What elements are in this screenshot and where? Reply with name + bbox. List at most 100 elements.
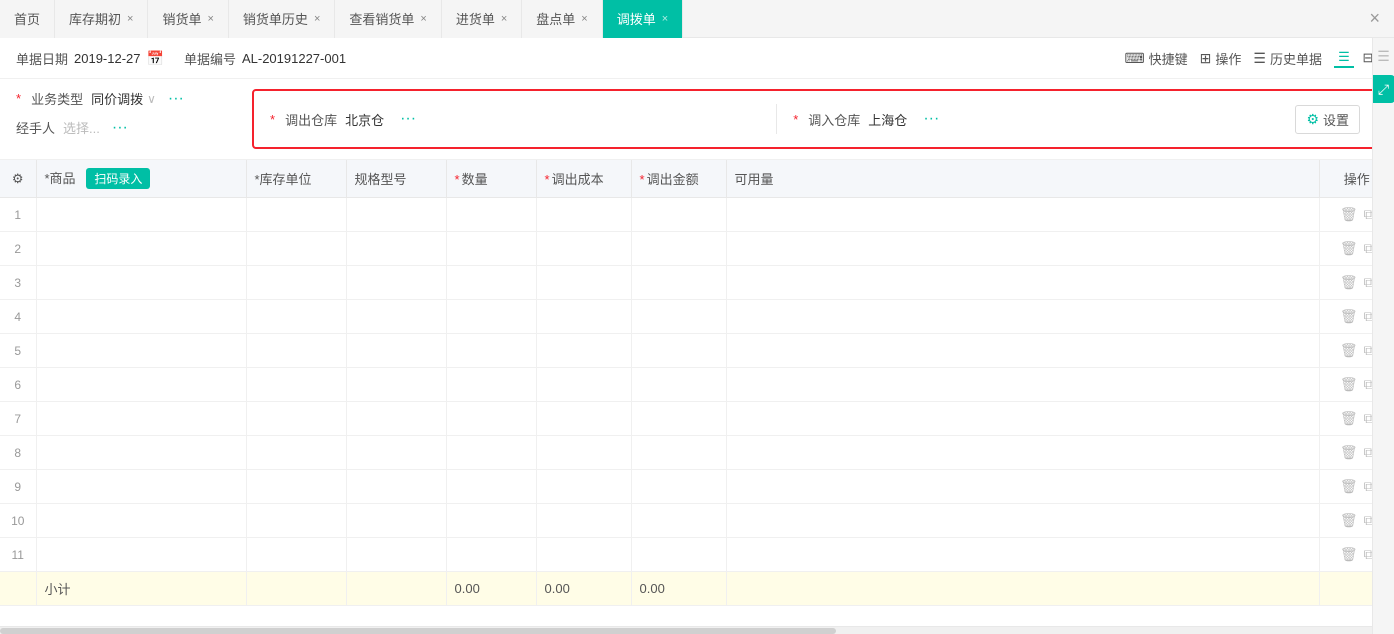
delete-icon[interactable]: 🗑: [1340, 376, 1358, 393]
col-spec: 规格型号: [346, 160, 446, 198]
tab-sales-history-close[interactable]: ×: [314, 13, 320, 25]
tab-transfer[interactable]: 调拨单 ×: [603, 0, 683, 38]
row-cost[interactable]: [536, 436, 631, 470]
setting-button[interactable]: ⚙ 设置: [1295, 105, 1360, 134]
row-amount[interactable]: [631, 436, 726, 470]
sidebar-list-icon[interactable]: ☰: [1377, 48, 1390, 65]
row-cost[interactable]: [536, 266, 631, 300]
biz-type-select[interactable]: 同价调拨 ∨: [91, 89, 156, 108]
row-qty[interactable]: [446, 368, 536, 402]
row-qty[interactable]: [446, 504, 536, 538]
row-product[interactable]: [36, 300, 246, 334]
tab-purchase-close[interactable]: ×: [501, 13, 507, 25]
tab-home[interactable]: 首页: [0, 0, 55, 38]
agent-more-icon[interactable]: ···: [112, 119, 128, 137]
delete-icon[interactable]: 🗑: [1340, 240, 1358, 257]
row-cost[interactable]: [536, 198, 631, 232]
tab-sales-history[interactable]: 销货单历史 ×: [229, 0, 335, 38]
delete-icon[interactable]: 🗑: [1340, 512, 1358, 529]
tab-view-sales[interactable]: 查看销货单 ×: [335, 0, 441, 38]
scrollbar-thumb[interactable]: [0, 628, 836, 634]
barcode-button[interactable]: 扫码录入: [86, 168, 150, 189]
tab-sales-order[interactable]: 销货单 ×: [148, 0, 228, 38]
agent-placeholder[interactable]: 选择...: [63, 118, 100, 137]
row-cost[interactable]: [536, 504, 631, 538]
row-product[interactable]: [36, 504, 246, 538]
shortcuts-button[interactable]: ⌨ 快捷键: [1124, 49, 1187, 68]
summary-spec: [346, 572, 446, 606]
row-amount[interactable]: [631, 232, 726, 266]
row-amount[interactable]: [631, 334, 726, 368]
row-amount[interactable]: [631, 198, 726, 232]
row-product[interactable]: [36, 198, 246, 232]
form-left: * 业务类型 同价调拨 ∨ ··· 经手人 选择... ···: [16, 89, 236, 137]
row-cost[interactable]: [536, 402, 631, 436]
row-cost[interactable]: [536, 300, 631, 334]
row-spec: [346, 198, 446, 232]
row-qty[interactable]: [446, 334, 536, 368]
row-product[interactable]: [36, 334, 246, 368]
history-button[interactable]: ☰ 历史单据: [1253, 49, 1322, 68]
row-qty[interactable]: [446, 436, 536, 470]
row-product[interactable]: [36, 538, 246, 572]
row-amount[interactable]: [631, 504, 726, 538]
delete-icon[interactable]: 🗑: [1340, 410, 1358, 427]
row-qty[interactable]: [446, 402, 536, 436]
delete-icon[interactable]: 🗑: [1340, 444, 1358, 461]
sidebar-expand-icon[interactable]: ⤢: [1373, 75, 1394, 103]
row-product[interactable]: [36, 470, 246, 504]
row-qty[interactable]: [446, 198, 536, 232]
row-cost[interactable]: [536, 334, 631, 368]
biz-type-field: * 业务类型 同价调拨 ∨ ···: [16, 89, 236, 108]
tab-sales-order-close[interactable]: ×: [207, 13, 213, 25]
tab-inventory-init[interactable]: 库存期初 ×: [55, 0, 148, 38]
row-product[interactable]: [36, 368, 246, 402]
row-product[interactable]: [36, 402, 246, 436]
row-amount[interactable]: [631, 538, 726, 572]
biz-type-more-icon[interactable]: ···: [168, 90, 184, 108]
tab-inventory-check-close[interactable]: ×: [581, 13, 587, 25]
layout-icon-list[interactable]: ☰: [1334, 48, 1354, 68]
tab-transfer-close[interactable]: ×: [662, 13, 668, 25]
row-cost[interactable]: [536, 368, 631, 402]
horizontal-scrollbar[interactable]: [0, 626, 1394, 634]
row-product[interactable]: [36, 266, 246, 300]
row-unit: [246, 538, 346, 572]
row-qty[interactable]: [446, 232, 536, 266]
row-qty[interactable]: [446, 470, 536, 504]
row-amount[interactable]: [631, 402, 726, 436]
tab-view-sales-close[interactable]: ×: [420, 13, 426, 25]
row-cost[interactable]: [536, 232, 631, 266]
row-amount[interactable]: [631, 368, 726, 402]
delete-icon[interactable]: 🗑: [1340, 546, 1358, 563]
col-gear[interactable]: ⚙: [0, 160, 36, 198]
warehouse-out-more-icon[interactable]: ···: [400, 110, 416, 128]
row-product[interactable]: [36, 232, 246, 266]
tab-inventory-init-close[interactable]: ×: [127, 13, 133, 25]
row-cost[interactable]: [536, 538, 631, 572]
delete-icon[interactable]: 🗑: [1340, 308, 1358, 325]
delete-icon[interactable]: 🗑: [1340, 478, 1358, 495]
tab-view-sales-label: 查看销货单: [349, 9, 414, 28]
row-cost[interactable]: [536, 470, 631, 504]
ops-button[interactable]: ⊞ 操作: [1200, 49, 1242, 68]
calendar-icon[interactable]: 📅: [147, 50, 164, 67]
row-no: 6: [0, 368, 36, 402]
warehouse-in-more-icon[interactable]: ···: [923, 110, 939, 128]
delete-icon[interactable]: 🗑: [1340, 342, 1358, 359]
row-avail: [726, 368, 1319, 402]
row-amount[interactable]: [631, 470, 726, 504]
delete-icon[interactable]: 🗑: [1340, 206, 1358, 223]
app-close-button[interactable]: ×: [1355, 0, 1394, 38]
row-amount[interactable]: [631, 300, 726, 334]
row-qty[interactable]: [446, 266, 536, 300]
tab-inventory-check[interactable]: 盘点单 ×: [522, 0, 602, 38]
row-qty[interactable]: [446, 538, 536, 572]
delete-icon[interactable]: 🗑: [1340, 274, 1358, 291]
tab-purchase[interactable]: 进货单 ×: [442, 0, 522, 38]
col-spec-label: 规格型号: [355, 172, 407, 187]
row-avail: [726, 266, 1319, 300]
row-qty[interactable]: [446, 300, 536, 334]
row-product[interactable]: [36, 436, 246, 470]
row-amount[interactable]: [631, 266, 726, 300]
